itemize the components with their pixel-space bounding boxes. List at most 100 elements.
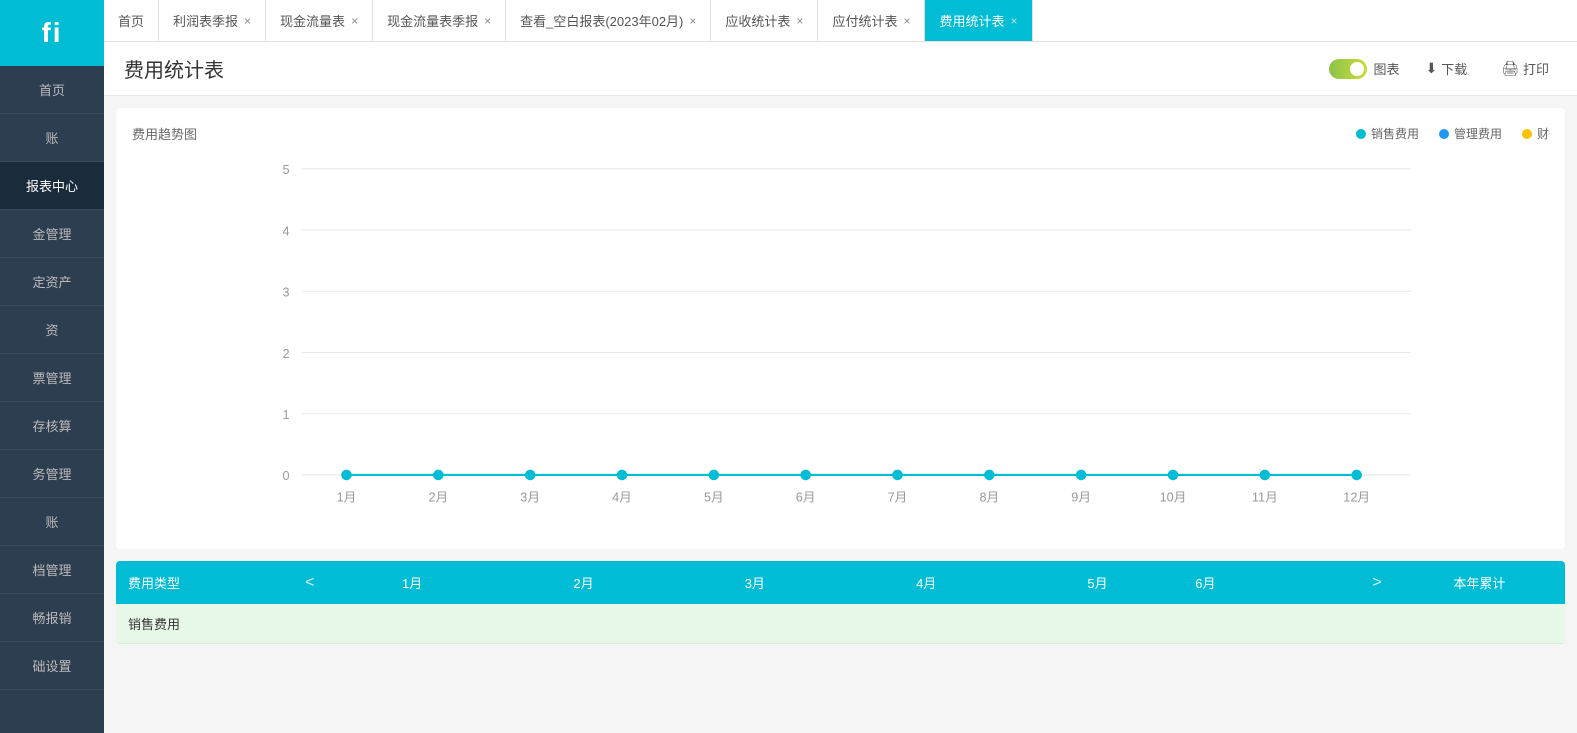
tab-profit-quarterly-close[interactable]: ×: [244, 14, 251, 28]
chart-section: 费用趋势图 销售费用 管理费用 财: [116, 108, 1565, 549]
tab-profit-quarterly-label: 利润表季报: [173, 11, 238, 30]
td-feb-sales: [498, 604, 669, 643]
td-ytd-sales: [1394, 604, 1565, 643]
sidebar-item-file-mgmt[interactable]: 档管理: [0, 546, 104, 594]
chart-point-nov: [1260, 470, 1271, 481]
tab-view-blank-close[interactable]: ×: [689, 14, 696, 28]
svg-text:3月: 3月: [520, 490, 540, 504]
chart-point-may: [709, 470, 720, 481]
svg-text:2: 2: [282, 347, 289, 361]
svg-text:7月: 7月: [888, 490, 908, 504]
table-nav-prev[interactable]: <: [305, 574, 314, 592]
svg-text:2月: 2月: [428, 490, 448, 504]
chart-point-mar: [525, 470, 536, 481]
chart-point-apr: [617, 470, 628, 481]
page-title: 费用统计表: [124, 54, 224, 83]
page-header: 费用统计表 图表 ⬇ 下载 🖨 打印: [104, 42, 1577, 96]
chart-toggle-area: 图表: [1329, 59, 1399, 79]
sidebar-item-ticket-mgmt[interactable]: 票管理: [0, 354, 104, 402]
chart-toggle[interactable]: [1329, 59, 1367, 79]
sidebar: fi 首页 账 报表中心 金管理 定资产 资 票管理 存核算 务管理 账 档管理…: [0, 0, 104, 733]
sidebar-item-account[interactable]: 账: [0, 114, 104, 162]
tab-receivable-close[interactable]: ×: [796, 14, 803, 28]
chart-point-jul: [892, 470, 903, 481]
chart-legend: 销售费用 管理费用 财: [1356, 125, 1549, 142]
svg-text:11月: 11月: [1252, 490, 1278, 504]
tab-payable[interactable]: 应付统计表 ×: [818, 0, 925, 41]
download-icon: ⬇: [1425, 60, 1437, 77]
sidebar-logo: fi: [0, 0, 104, 66]
sidebar-item-cash-mgmt[interactable]: 金管理: [0, 210, 104, 258]
svg-text:5: 5: [282, 163, 289, 177]
sidebar-item-capital[interactable]: 资: [0, 306, 104, 354]
tab-payable-close[interactable]: ×: [903, 14, 910, 28]
tab-expense-label: 费用统计表: [939, 11, 1004, 30]
table-nav-next[interactable]: >: [1372, 574, 1381, 592]
sidebar-item-fixed-assets[interactable]: 定资产: [0, 258, 104, 306]
tab-cashflow-label: 现金流量表: [280, 11, 345, 30]
legend-dot-admin: [1439, 129, 1449, 139]
tab-home[interactable]: 首页: [104, 0, 159, 41]
tab-cashflow-quarterly-close[interactable]: ×: [484, 14, 491, 28]
print-button[interactable]: 🖨 打印: [1493, 55, 1557, 82]
header-actions: 图表 ⬇ 下载 🖨 打印: [1329, 55, 1557, 82]
svg-text:0: 0: [282, 469, 289, 483]
sidebar-item-home[interactable]: 首页: [0, 66, 104, 114]
th-feb: 2月: [498, 561, 669, 604]
content-area: 费用统计表 图表 ⬇ 下载 🖨 打印 费用趋势图: [104, 42, 1577, 733]
svg-text:4: 4: [282, 224, 289, 238]
tab-home-label: 首页: [118, 11, 144, 30]
th-type: 费用类型 <: [116, 561, 326, 604]
legend-finance-expense: 财: [1522, 125, 1549, 142]
sidebar-item-settings[interactable]: 础设置: [0, 642, 104, 690]
chart-title: 费用趋势图: [132, 124, 197, 143]
svg-text:8月: 8月: [979, 490, 999, 504]
th-jun: 6月 >: [1183, 561, 1393, 604]
tab-cashflow-close[interactable]: ×: [351, 14, 358, 28]
td-jun-sales: [1183, 604, 1393, 643]
td-type-sales: 销售费用: [116, 604, 326, 643]
chart-toggle-label: 图表: [1373, 59, 1399, 78]
th-jan: 1月: [326, 561, 497, 604]
th-type-label: 费用类型: [128, 573, 180, 592]
expense-table: 费用类型 < 1月 2月 3月 4月 5月 6月 > 本年累计 销售费用: [116, 561, 1565, 644]
th-mar: 3月: [669, 561, 840, 604]
tab-expense[interactable]: 费用统计表 ×: [925, 0, 1032, 41]
chart-point-sep: [1076, 470, 1087, 481]
chart-point-oct: [1168, 470, 1179, 481]
download-button[interactable]: ⬇ 下载: [1417, 55, 1475, 82]
sidebar-item-sales-return[interactable]: 畅报销: [0, 594, 104, 642]
legend-dot-finance: [1522, 129, 1532, 139]
svg-text:12月: 12月: [1343, 490, 1370, 504]
tab-payable-label: 应付统计表: [832, 11, 897, 30]
legend-label-admin: 管理费用: [1454, 125, 1502, 142]
table-row: 销售费用: [116, 604, 1565, 644]
svg-text:5月: 5月: [704, 490, 724, 504]
th-may: 5月: [1012, 561, 1183, 604]
sidebar-item-report-center[interactable]: 报表中心: [0, 162, 104, 210]
td-mar-sales: [669, 604, 840, 643]
svg-text:6月: 6月: [796, 490, 816, 504]
chart-container: 5 4 3 2 1 0: [132, 153, 1549, 533]
chart-point-jan: [341, 470, 352, 481]
tab-receivable[interactable]: 应收统计表 ×: [711, 0, 818, 41]
svg-text:10月: 10月: [1160, 490, 1187, 504]
sidebar-item-service-mgmt[interactable]: 务管理: [0, 450, 104, 498]
tab-cashflow[interactable]: 现金流量表 ×: [266, 0, 373, 41]
sidebar-item-inventory[interactable]: 存核算: [0, 402, 104, 450]
tab-cashflow-quarterly[interactable]: 现金流量表季报 ×: [373, 0, 506, 41]
sidebar-item-ledger[interactable]: 账: [0, 498, 104, 546]
main-area: 首页 利润表季报 × 现金流量表 × 现金流量表季报 × 查看_空白报表(202…: [104, 0, 1577, 733]
tab-profit-quarterly[interactable]: 利润表季报 ×: [159, 0, 266, 41]
td-apr-sales: [841, 604, 1012, 643]
tab-view-blank[interactable]: 查看_空白报表(2023年02月) ×: [506, 0, 711, 41]
tab-view-blank-label: 查看_空白报表(2023年02月): [520, 11, 683, 30]
tab-bar: 首页 利润表季报 × 现金流量表 × 现金流量表季报 × 查看_空白报表(202…: [104, 0, 1577, 42]
line-chart-svg: 5 4 3 2 1 0: [132, 153, 1549, 533]
svg-text:1月: 1月: [337, 490, 357, 504]
tab-receivable-label: 应收统计表: [725, 11, 790, 30]
chart-point-aug: [984, 470, 995, 481]
th-ytd: 本年累计: [1394, 561, 1565, 604]
legend-label-finance: 财: [1537, 125, 1549, 142]
tab-expense-close[interactable]: ×: [1010, 14, 1017, 28]
